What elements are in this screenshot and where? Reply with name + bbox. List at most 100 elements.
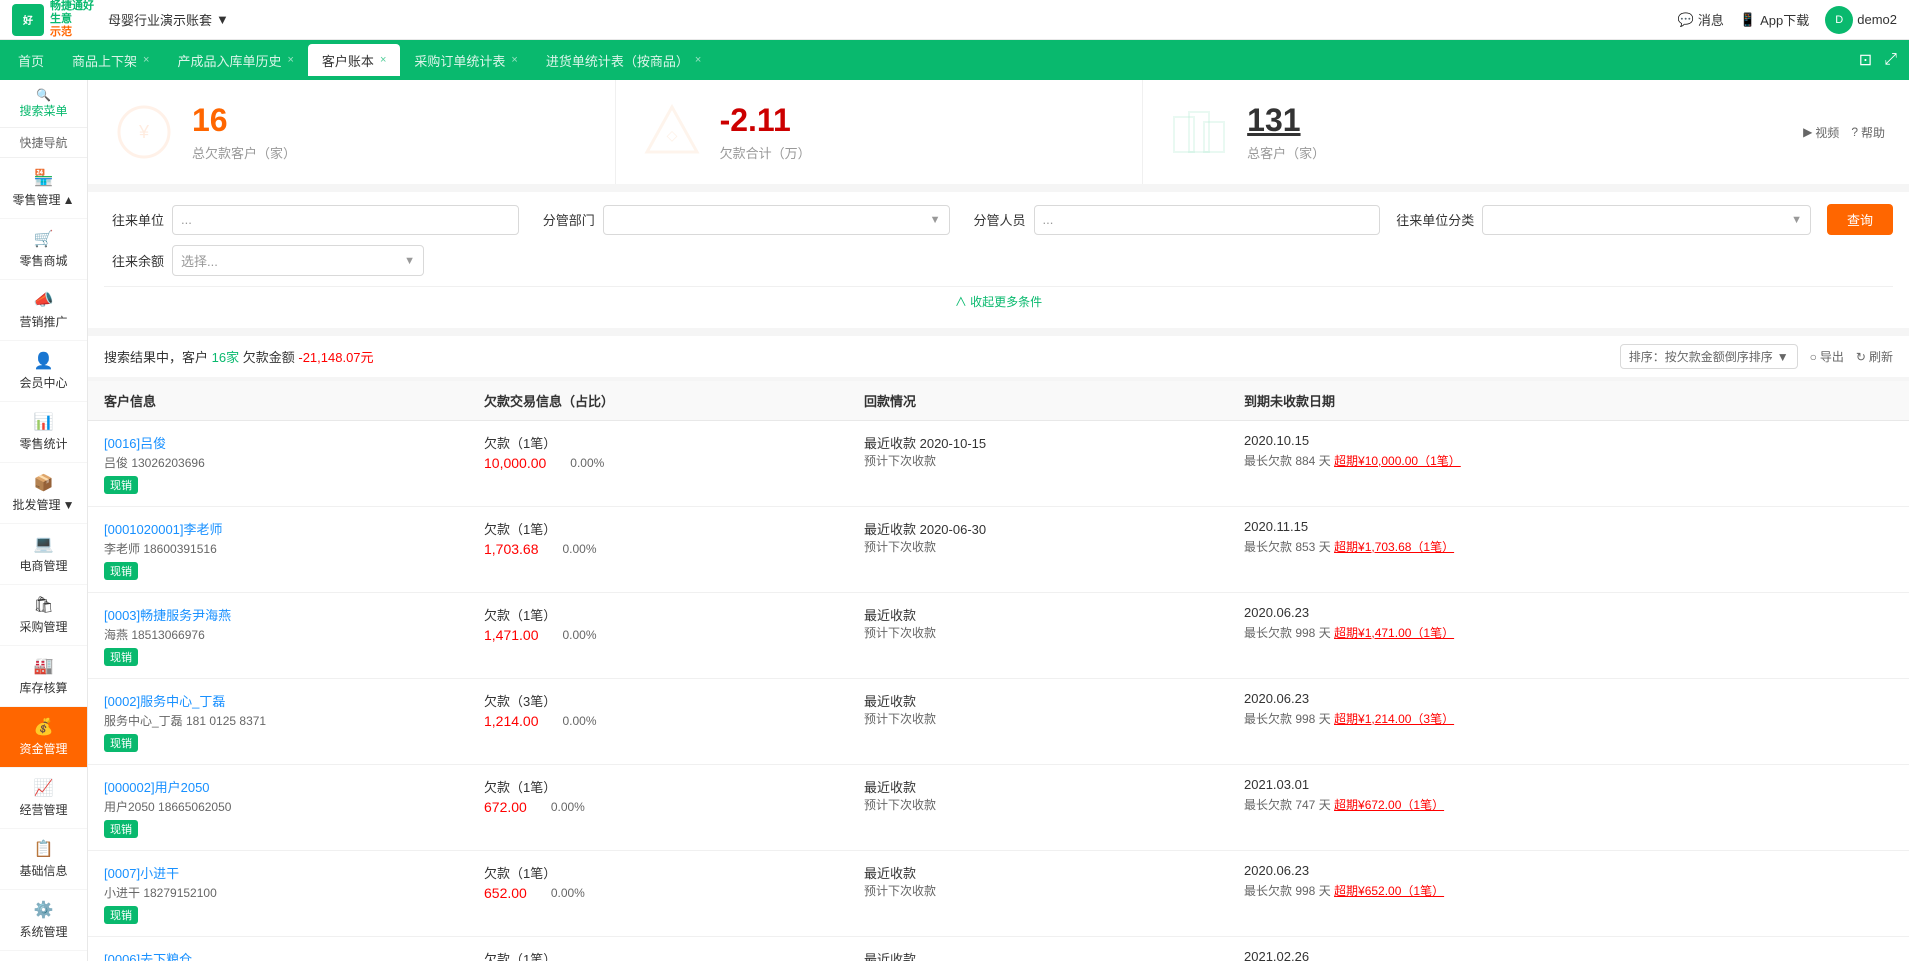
overdue-link-3[interactable]: 超期¥1,214.00（3笔） xyxy=(1334,712,1454,726)
restore-window-btn[interactable]: ⊡ xyxy=(1855,46,1876,74)
stat-value-1: 16 xyxy=(192,102,296,139)
tab-production[interactable]: 产成品入库单历史 × xyxy=(163,44,307,76)
debt-pct-2: 0.00% xyxy=(563,628,597,642)
tab-close-products[interactable]: × xyxy=(143,54,149,66)
overdue-link-4[interactable]: 超期¥672.00（1笔） xyxy=(1334,798,1444,812)
debt-amount-0[interactable]: 10,000.00 xyxy=(484,455,546,471)
user-profile[interactable]: D demo2 xyxy=(1825,6,1897,34)
filter-collapse-btn[interactable]: ∧ 收起更多条件 xyxy=(104,286,1893,316)
sidebar-item-basic-info[interactable]: 📋 基础信息 xyxy=(0,829,87,890)
customer-badge-1: 现销 xyxy=(104,562,138,580)
stat-card-2: ◇ -2.11 欠款合计（万） xyxy=(616,80,1144,184)
filter-area: 往来单位 ... 分管部门 ▼ 分管人员 xyxy=(88,192,1909,328)
sidebar-item-purchase-mgmt[interactable]: 🛍 采购管理 xyxy=(0,585,87,646)
overdue-link-5[interactable]: 超期¥652.00（1笔） xyxy=(1334,884,1444,898)
debt-amount-4[interactable]: 672.00 xyxy=(484,799,527,815)
tab-purchase-summary[interactable]: 采购订单统计表 × xyxy=(400,44,531,76)
search-icon: 🔍 xyxy=(36,88,51,102)
customer-name-link-4[interactable]: [000002]用户2050 xyxy=(104,780,210,795)
sidebar-item-marketing[interactable]: 📣 营销推广 xyxy=(0,280,87,341)
sidebar-item-system-mgmt[interactable]: ⚙️ 系统管理 xyxy=(0,890,87,951)
debt-cell-2: 欠款（1笔） 1,471.00 0.00% xyxy=(484,603,864,645)
due-cell-6: 2021.02.26 最长欠款 750 天 超期¥455.90（1笔） xyxy=(1244,947,1893,961)
from-unit-input[interactable]: ... xyxy=(172,205,519,235)
overdue-days-4: 最长欠款 747 天 超期¥672.00（1笔） xyxy=(1244,796,1893,813)
store-selector[interactable]: 母婴行业演示账套 ▼ xyxy=(108,10,229,29)
member-icon: 👤 xyxy=(34,351,54,371)
sidebar-item-ecommerce[interactable]: 💻 电商管理 xyxy=(0,524,87,585)
due-date-0: 2020.10.15 xyxy=(1244,433,1893,448)
query-button[interactable]: 查询 xyxy=(1827,204,1893,235)
refresh-btn[interactable]: ↻ 刷新 xyxy=(1856,348,1893,365)
next-collect-2: 预计下次收款 xyxy=(864,624,1244,641)
debt-amount-1[interactable]: 1,703.68 xyxy=(484,541,539,557)
tab-close-production[interactable]: × xyxy=(287,54,293,66)
overdue-link-1[interactable]: 超期¥1,703.68（1笔） xyxy=(1334,540,1454,554)
sidebar-item-capital-mgmt[interactable]: 💰 资金管理 xyxy=(0,707,87,768)
customer-name-link-3[interactable]: [0002]服务中心_丁磊 xyxy=(104,694,225,709)
debt-count-5: 欠款（1笔） xyxy=(484,863,864,882)
sidebar-item-inventory[interactable]: 🏭 库存核算 xyxy=(0,646,87,707)
retail-stats-icon: 📊 xyxy=(34,412,54,432)
customer-name-link-5[interactable]: [0007]小进干 xyxy=(104,866,179,881)
customer-cell-4: [000002]用户2050 用户2050 18665062050 现销 xyxy=(104,775,484,840)
download-icon: 📱 xyxy=(1740,12,1756,28)
next-collect-5: 预计下次收款 xyxy=(864,882,1244,899)
sort-select[interactable]: 排序：按欠款金额倒序排序 ▼ xyxy=(1620,344,1798,369)
app-download-btn[interactable]: 📱 App下载 xyxy=(1740,10,1809,29)
debt-cell-4: 欠款（1笔） 672.00 0.00% xyxy=(484,775,864,817)
message-btn[interactable]: 💬 消息 xyxy=(1678,10,1724,29)
tab-close-customer[interactable]: × xyxy=(380,54,386,66)
customer-cell-6: [0006]去下粮仓 陈小希 现销 xyxy=(104,947,484,961)
tab-products[interactable]: 商品上下架 × xyxy=(58,44,163,76)
tab-purchase-stats[interactable]: 进货单统计表（按商品） × xyxy=(532,44,715,76)
table-header: 客户信息 欠款交易信息（占比） 回款情况 到期未收款日期 xyxy=(88,381,1909,421)
filter-category: 往来单位分类 ▼ xyxy=(1396,205,1811,235)
debt-pct-0: 0.00% xyxy=(570,456,604,470)
customer-name-link-2[interactable]: [0003]畅捷服务尹海燕 xyxy=(104,608,231,623)
balance-select[interactable]: 选择... ▼ xyxy=(172,245,424,276)
dept-select[interactable]: ▼ xyxy=(603,205,950,235)
debt-count-2: 欠款（1笔） xyxy=(484,605,864,624)
sidebar-search-menu[interactable]: 🔍 搜索菜单 xyxy=(0,80,87,128)
sidebar-item-retail-mall[interactable]: 🛒 零售商城 xyxy=(0,219,87,280)
due-cell-3: 2020.06.23 最长欠款 998 天 超期¥1,214.00（3笔） xyxy=(1244,689,1893,731)
overdue-link-0[interactable]: 超期¥10,000.00（1笔） xyxy=(1334,454,1461,468)
customer-badge-3: 现销 xyxy=(104,734,138,752)
maximize-window-btn[interactable]: ⤢ xyxy=(1880,47,1901,73)
sidebar-item-business-mgmt[interactable]: 📈 经营管理 xyxy=(0,768,87,829)
category-select[interactable]: ▼ xyxy=(1482,205,1811,235)
dept-caret-icon: ▼ xyxy=(930,214,941,226)
debt-cell-1: 欠款（1笔） 1,703.68 0.00% xyxy=(484,517,864,559)
sidebar-item-retail-mgmt[interactable]: 🏪 零售管理 ▲ xyxy=(0,158,87,219)
help-action[interactable]: ? 帮助 xyxy=(1851,124,1885,141)
customer-name-link-1[interactable]: [0001020001]李老师 xyxy=(104,522,223,537)
tab-close-stats[interactable]: × xyxy=(695,54,701,66)
tab-home[interactable]: 首页 xyxy=(4,44,58,76)
sidebar-item-retail-stats[interactable]: 📊 零售统计 xyxy=(0,402,87,463)
customer-name-link-0[interactable]: [0016]吕俊 xyxy=(104,436,166,451)
sidebar-item-batch-mgmt[interactable]: 📦 批发管理 ▼ xyxy=(0,463,87,524)
video-action[interactable]: ▶ 视频 xyxy=(1803,124,1839,141)
overdue-link-2[interactable]: 超期¥1,471.00（1笔） xyxy=(1334,626,1454,640)
collection-cell-6: 最近收款 预计下次收款 xyxy=(864,947,1244,961)
sidebar-item-member[interactable]: 👤 会员中心 xyxy=(0,341,87,402)
video-icon: ▶ xyxy=(1803,125,1812,139)
person-input[interactable]: ... xyxy=(1034,205,1381,235)
tab-close-purchase[interactable]: × xyxy=(511,54,517,66)
last-collect-0: 最近收款 2020-10-15 xyxy=(864,433,1244,452)
data-table: 客户信息 欠款交易信息（占比） 回款情况 到期未收款日期 [0016]吕俊 吕俊… xyxy=(88,381,1909,961)
filter-from-unit: 往来单位 ... xyxy=(104,205,519,235)
table-row: [0006]去下粮仓 陈小希 现销 欠款（1笔） 455.90 0.00% 最近… xyxy=(88,937,1909,961)
sidebar-quick-nav[interactable]: 快捷导航 xyxy=(0,128,87,158)
col-header-customer: 客户信息 xyxy=(104,391,484,410)
due-date-6: 2021.02.26 xyxy=(1244,949,1893,961)
customer-name-link-6[interactable]: [0006]去下粮仓 xyxy=(104,952,192,961)
tab-customer-account[interactable]: 客户账本 × xyxy=(308,44,400,76)
stat-label-3: 总客户（家） xyxy=(1247,143,1325,162)
export-btn[interactable]: ○ 导出 xyxy=(1810,348,1844,365)
debt-amount-2[interactable]: 1,471.00 xyxy=(484,627,539,643)
debt-amount-3[interactable]: 1,214.00 xyxy=(484,713,539,729)
sidebar-item-enterprise-collab[interactable]: 🤝 企业协同 xyxy=(0,951,87,961)
debt-amount-5[interactable]: 652.00 xyxy=(484,885,527,901)
